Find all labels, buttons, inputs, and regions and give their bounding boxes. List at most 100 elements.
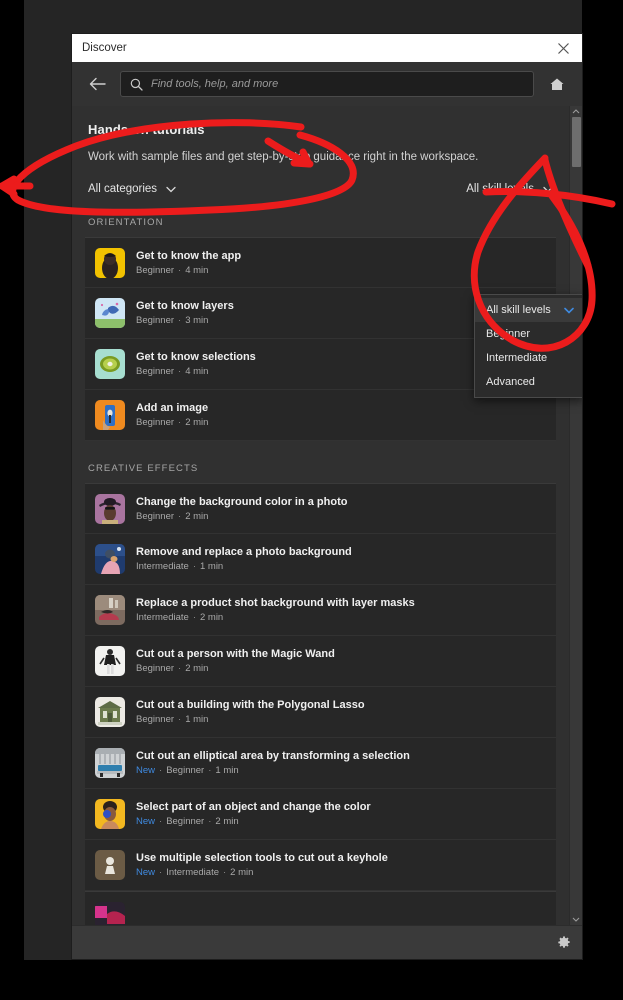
tutorial-level: Beginner — [166, 816, 205, 827]
chevron-down-icon — [166, 186, 176, 193]
skill-filter-dropdown[interactable]: All skill levels — [466, 183, 553, 195]
tutorial-row[interactable]: Change the background color in a photo Be… — [85, 483, 556, 534]
meta-separator: · — [208, 816, 212, 827]
meta-separator: · — [192, 561, 196, 572]
category-filter-label: All categories — [88, 183, 158, 195]
tutorial-list-partial — [72, 891, 569, 925]
tutorial-thumbnail-icon — [95, 697, 125, 727]
tutorial-meta: Beginner · 2 min — [136, 663, 335, 674]
tutorial-duration: 1 min — [199, 561, 224, 572]
skill-filter-label: All skill levels — [466, 183, 534, 195]
discover-panel: Discover Hands-on tu — [72, 34, 582, 959]
tutorial-row[interactable]: Cut out an elliptical area by transformi… — [85, 738, 556, 789]
tutorial-thumbnail-icon — [95, 799, 125, 829]
tutorial-level: Beginner — [136, 663, 175, 674]
tutorial-text: Add an image Beginner · 2 min — [136, 402, 208, 428]
home-icon[interactable] — [544, 71, 570, 97]
section-heading: ORIENTATION — [88, 217, 164, 228]
tutorial-duration: 2 min — [230, 867, 254, 878]
vertical-scrollbar[interactable] — [569, 106, 582, 925]
skill-level-option-label: All skill levels — [486, 304, 551, 316]
tutorial-text: Remove and replace a photo background Int… — [136, 546, 352, 572]
skill-level-option[interactable]: Advanced — [475, 370, 582, 394]
check-chevron-icon — [564, 307, 574, 314]
skill-level-menu[interactable]: All skill levels Beginner Intermediate Adva… — [474, 294, 582, 398]
tutorial-meta: Beginner · 3 min — [136, 315, 234, 326]
tutorial-level: Intermediate — [136, 612, 189, 623]
tutorial-list: Change the background color in a photo Be… — [72, 483, 569, 891]
tutorial-thumbnail-icon — [95, 298, 125, 328]
meta-separator: · — [159, 765, 163, 776]
meta-separator: · — [178, 663, 182, 674]
gear-icon[interactable] — [557, 935, 571, 950]
tutorial-duration: 2 min — [199, 612, 224, 623]
tutorial-row[interactable]: Remove and replace a photo background Int… — [85, 534, 556, 585]
tutorial-text: Change the background color in a photo Be… — [136, 496, 347, 522]
tutorial-duration: 4 min — [185, 366, 209, 377]
tutorial-meta: New · Beginner · 2 min — [136, 816, 371, 827]
screen-root: Discover Hands-on tu — [0, 0, 623, 1000]
meta-separator: · — [178, 417, 182, 428]
tutorial-thumbnail-icon — [95, 544, 125, 574]
tutorial-thumbnail-icon — [95, 595, 125, 625]
tutorial-title: Get to know selections — [136, 351, 256, 363]
meta-separator: · — [159, 867, 163, 878]
arrow-left-icon[interactable] — [84, 71, 110, 97]
skill-level-option[interactable]: Intermediate — [475, 346, 582, 370]
search-toolbar — [72, 62, 582, 106]
tutorial-duration: 1 min — [215, 765, 239, 776]
tutorial-row[interactable]: Select part of an object and change the … — [85, 789, 556, 840]
tutorial-level: Intermediate — [136, 561, 189, 572]
tutorial-thumbnail-icon — [95, 400, 125, 430]
desktop-right-strip — [582, 0, 623, 1000]
tutorial-text: Replace a product shot background with l… — [136, 597, 415, 623]
content-area: Hands-on tutorials Work with sample file… — [72, 106, 582, 925]
meta-separator: · — [178, 510, 182, 522]
tutorial-meta: Beginner · 4 min — [136, 265, 241, 276]
meta-separator: · — [178, 315, 182, 326]
tutorial-meta: New · Beginner · 1 min — [136, 765, 410, 776]
tutorial-row[interactable]: Cut out a building with the Polygonal La… — [85, 687, 556, 738]
tutorial-thumbnail-icon — [95, 748, 125, 778]
tutorial-level: Beginner — [136, 366, 175, 377]
tutorial-duration: 2 min — [215, 816, 239, 827]
tutorial-text: Get to know the app Beginner · 4 min — [136, 250, 241, 276]
tutorial-level: Beginner — [136, 417, 175, 428]
category-filter-dropdown[interactable]: All categories — [88, 183, 176, 195]
search-icon — [130, 78, 143, 91]
tutorial-meta: New · Intermediate · 2 min — [136, 867, 388, 878]
search-input[interactable] — [151, 78, 524, 90]
tutorial-row[interactable] — [85, 891, 556, 925]
skill-level-option-label: Beginner — [486, 328, 531, 340]
skill-level-option[interactable]: Beginner — [475, 322, 582, 346]
desktop-left-strip — [0, 0, 24, 1000]
tutorial-level: Beginner — [166, 765, 205, 776]
tutorial-meta: Beginner · 2 min — [136, 417, 208, 428]
chevron-down-icon — [543, 186, 553, 193]
caret-down-icon[interactable] — [570, 914, 582, 925]
tutorial-row[interactable]: Use multiple selection tools to cut out … — [85, 840, 556, 891]
meta-separator: · — [208, 765, 212, 776]
footer-bar — [72, 925, 582, 959]
new-badge: New — [136, 816, 156, 827]
skill-level-option[interactable]: All skill levels — [475, 298, 582, 322]
search-box[interactable] — [120, 71, 534, 97]
tutorial-meta: Beginner · 4 min — [136, 366, 256, 377]
tutorial-thumbnail-icon — [95, 901, 125, 925]
tutorial-level: Beginner — [136, 264, 175, 276]
close-icon[interactable] — [550, 35, 576, 61]
page-subtitle: Work with sample files and get step-by-s… — [88, 151, 479, 163]
tutorial-row[interactable]: Replace a product shot background with l… — [85, 585, 556, 636]
title-bar: Discover — [72, 34, 582, 62]
tutorial-row[interactable]: Get to know the app Beginner · 4 min — [85, 237, 556, 288]
tutorial-duration: 1 min — [185, 714, 209, 725]
tutorial-thumbnail-icon — [95, 493, 125, 524]
tutorial-level: Beginner — [136, 315, 175, 326]
tutorial-row[interactable]: Cut out a person with the Magic Wand Begi… — [85, 636, 556, 687]
tutorial-text: Select part of an object and change the … — [136, 801, 371, 827]
tutorial-text: Cut out a person with the Magic Wand Begi… — [136, 648, 335, 674]
caret-up-icon[interactable] — [570, 106, 582, 117]
scrollbar-thumb[interactable] — [572, 117, 581, 167]
desktop-bottom-strip — [0, 960, 623, 1000]
tutorial-title: Cut out a person with the Magic Wand — [136, 648, 335, 660]
